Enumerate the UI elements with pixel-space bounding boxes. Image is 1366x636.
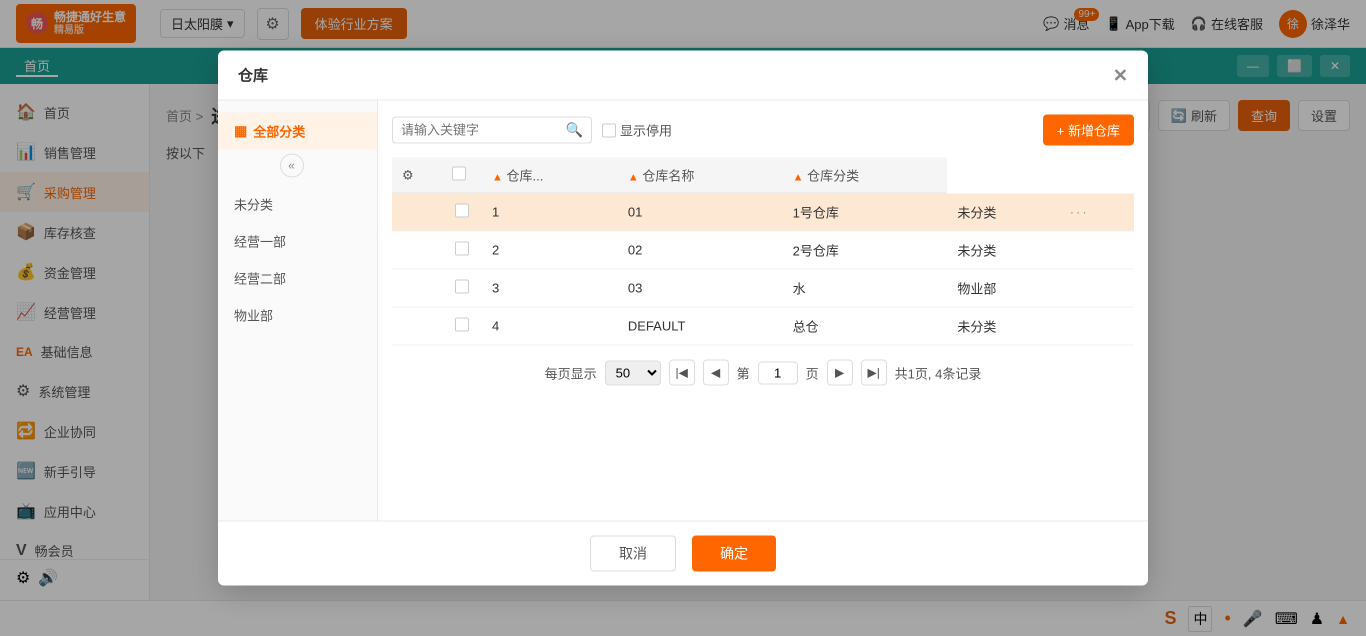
row-code: 01 bbox=[618, 193, 783, 231]
row-category: 物业部 bbox=[947, 269, 1059, 307]
more-icon: ··· bbox=[1070, 204, 1089, 219]
modal-toolbar: 🔍 显示停用 + 新增仓库 bbox=[392, 115, 1134, 146]
row-code: 03 bbox=[618, 269, 783, 307]
row-name: 总仓 bbox=[783, 307, 948, 345]
row-check[interactable] bbox=[442, 307, 482, 345]
header-checkbox[interactable] bbox=[452, 167, 466, 181]
th-check bbox=[442, 158, 482, 194]
modal-sidebar-property[interactable]: 物业部 bbox=[218, 297, 377, 334]
th-category: ▲ 仓库分类 bbox=[783, 158, 948, 194]
sort-icon-name: ▲ bbox=[628, 172, 639, 184]
row-check[interactable] bbox=[442, 231, 482, 269]
row-no: 3 bbox=[482, 269, 618, 307]
row-name: 水 bbox=[783, 269, 948, 307]
modal-footer: 取消 确定 bbox=[218, 521, 1148, 586]
first-page-button[interactable]: |◀ bbox=[669, 360, 695, 386]
row-checkbox[interactable] bbox=[455, 318, 469, 332]
sort-icon-cat: ▲ bbox=[793, 172, 804, 184]
row-category: 未分类 bbox=[947, 193, 1059, 231]
th-code: ▲ 仓库... bbox=[482, 158, 618, 194]
row-no: 4 bbox=[482, 307, 618, 345]
table-header-row: ⚙ ▲ 仓库... ▲ 仓库名称 bbox=[392, 158, 1134, 194]
collapse-button[interactable]: « bbox=[280, 154, 304, 178]
row-category: 未分类 bbox=[947, 307, 1059, 345]
per-page-label: 每页显示 bbox=[545, 363, 597, 382]
modal-title: 仓库 bbox=[238, 65, 268, 86]
show-disabled-area[interactable]: 显示停用 bbox=[602, 121, 672, 140]
next-page-button[interactable]: ▶ bbox=[827, 360, 853, 386]
modal-sidebar-ops2-label: 经营二部 bbox=[234, 269, 286, 288]
modal-close-button[interactable]: ✕ bbox=[1113, 66, 1128, 84]
row-name: 2号仓库 bbox=[783, 231, 948, 269]
row-checkbox[interactable] bbox=[455, 204, 469, 218]
modal-sidebar-ops1[interactable]: 经营一部 bbox=[218, 223, 377, 260]
th-gear: ⚙ bbox=[392, 158, 442, 194]
search-input[interactable] bbox=[401, 123, 566, 138]
total-label: 共1页, 4条记录 bbox=[895, 363, 982, 382]
modal-sidebar-all[interactable]: ▦ 全部分类 bbox=[218, 113, 377, 150]
table-body: 1 01 1号仓库 未分类 ··· 2 02 2号仓库 未分类 3 03 水 物… bbox=[392, 193, 1134, 345]
per-page-select[interactable]: 50 100 bbox=[605, 360, 661, 385]
modal-sidebar-ops2[interactable]: 经营二部 bbox=[218, 260, 377, 297]
row-no: 1 bbox=[482, 193, 618, 231]
warehouse-table: ⚙ ▲ 仓库... ▲ 仓库名称 bbox=[392, 158, 1134, 346]
search-box[interactable]: 🔍 bbox=[392, 117, 592, 144]
warehouse-modal: 仓库 ✕ ▦ 全部分类 « 未分类 经营一部 经营二部 物业部 bbox=[218, 51, 1148, 586]
show-disabled-label: 显示停用 bbox=[620, 121, 672, 140]
row-checkbox[interactable] bbox=[455, 242, 469, 256]
sort-icon: ▲ bbox=[492, 172, 503, 184]
pagination: 每页显示 50 100 |◀ ◀ 第 页 ▶ ▶| 共1页, 4条记录 bbox=[392, 346, 1134, 400]
row-more[interactable]: ··· bbox=[1060, 193, 1134, 231]
table-row[interactable]: 1 01 1号仓库 未分类 ··· bbox=[392, 193, 1134, 231]
page-input[interactable] bbox=[758, 361, 798, 384]
modal-sidebar-property-label: 物业部 bbox=[234, 306, 273, 325]
cancel-button[interactable]: 取消 bbox=[590, 536, 676, 572]
row-more bbox=[1060, 269, 1134, 307]
row-gear bbox=[392, 307, 442, 345]
table-row[interactable]: 2 02 2号仓库 未分类 bbox=[392, 231, 1134, 269]
row-gear bbox=[392, 193, 442, 231]
gear-icon: ⚙ bbox=[402, 167, 414, 182]
row-gear bbox=[392, 269, 442, 307]
add-warehouse-button[interactable]: + 新增仓库 bbox=[1043, 115, 1134, 146]
row-check[interactable] bbox=[442, 193, 482, 231]
row-checkbox[interactable] bbox=[455, 280, 469, 294]
modal-body: ▦ 全部分类 « 未分类 经营一部 经营二部 物业部 bbox=[218, 101, 1148, 521]
modal-sidebar-unclassified-label: 未分类 bbox=[234, 195, 273, 214]
modal-sidebar-unclassified[interactable]: 未分类 bbox=[218, 186, 377, 223]
row-code: DEFAULT bbox=[618, 307, 783, 345]
row-name: 1号仓库 bbox=[783, 193, 948, 231]
modal-sidebar: ▦ 全部分类 « 未分类 经营一部 经营二部 物业部 bbox=[218, 101, 378, 521]
table-row[interactable]: 3 03 水 物业部 bbox=[392, 269, 1134, 307]
row-no: 2 bbox=[482, 231, 618, 269]
row-more bbox=[1060, 307, 1134, 345]
page-unit: 页 bbox=[806, 363, 819, 382]
modal-sidebar-ops1-label: 经营一部 bbox=[234, 232, 286, 251]
row-more bbox=[1060, 231, 1134, 269]
row-code: 02 bbox=[618, 231, 783, 269]
prev-page-button[interactable]: ◀ bbox=[703, 360, 729, 386]
grid-icon: ▦ bbox=[234, 123, 247, 140]
th-name: ▲ 仓库名称 bbox=[618, 158, 783, 194]
row-gear bbox=[392, 231, 442, 269]
row-check[interactable] bbox=[442, 269, 482, 307]
modal-sidebar-all-label: 全部分类 bbox=[253, 122, 305, 141]
search-icon: 🔍 bbox=[566, 122, 583, 139]
modal-header: 仓库 ✕ bbox=[218, 51, 1148, 101]
modal-content: 🔍 显示停用 + 新增仓库 ⚙ bbox=[378, 101, 1148, 521]
row-category: 未分类 bbox=[947, 231, 1059, 269]
page-label: 第 bbox=[737, 363, 750, 382]
last-page-button[interactable]: ▶| bbox=[861, 360, 887, 386]
table-row[interactable]: 4 DEFAULT 总仓 未分类 bbox=[392, 307, 1134, 345]
confirm-button[interactable]: 确定 bbox=[692, 536, 776, 572]
show-disabled-checkbox[interactable] bbox=[602, 123, 616, 137]
